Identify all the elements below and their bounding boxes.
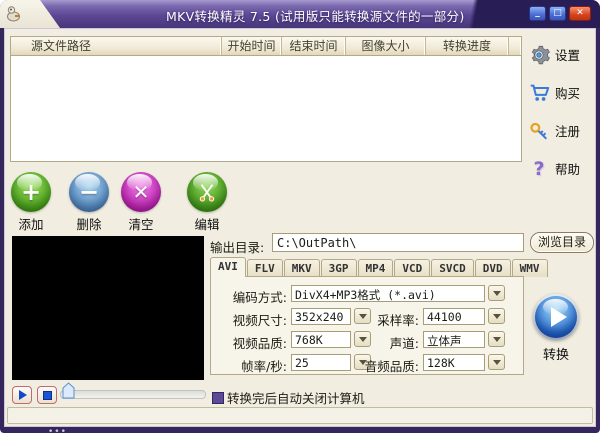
column-image-size[interactable]: 图像大小 — [346, 37, 426, 55]
app-icon — [7, 6, 20, 22]
chevron-down-icon — [492, 313, 501, 319]
clear-label: 清空 — [128, 217, 154, 232]
video-quality-value[interactable]: 768K — [291, 331, 351, 348]
sample-rate-dropdown-button[interactable] — [488, 308, 505, 324]
key-icon — [530, 122, 548, 140]
frame-rate-value[interactable]: 25 — [291, 354, 351, 371]
channels-value[interactable]: 立体声 — [423, 331, 485, 348]
column-spacer — [509, 37, 521, 55]
browse-dir-button[interactable]: 浏览目录 — [530, 232, 594, 253]
stop-icon — [42, 390, 52, 400]
delete-label: 删除 — [76, 217, 102, 232]
client-area: 源文件路径 开始时间 结束时间 图像大小 转换进度 设置 购买 注册 ? 帮助 … — [4, 28, 596, 427]
audio-quality-dropdown-button[interactable] — [488, 354, 505, 370]
frame-rate-label: 帧率/秒: — [241, 359, 287, 374]
encoding-label: 编码方式: — [232, 290, 287, 305]
video-size-value[interactable]: 352x240 — [291, 308, 351, 325]
video-quality-label: 视频品质: — [232, 336, 287, 351]
chevron-down-icon — [492, 336, 501, 342]
channels-label: 声道: — [389, 336, 419, 351]
add-label: 添加 — [18, 217, 44, 232]
chevron-down-icon — [492, 290, 501, 296]
chevron-down-icon — [492, 359, 501, 365]
format-tab-strip: AVI FLV MKV 3GP MP4 VCD SVCD DVD WMV — [210, 257, 549, 277]
convert-label: 转换 — [542, 348, 569, 363]
tab-avi[interactable]: AVI — [210, 257, 246, 277]
seek-slider-track[interactable] — [60, 390, 206, 399]
edit-button[interactable]: 编辑 — [183, 172, 231, 233]
help-label: 帮助 — [555, 162, 581, 177]
window-title: MKV转换精灵 7.5 (试用版只能转换源文件的一部分) — [166, 9, 465, 24]
channels-dropdown-button[interactable] — [488, 331, 505, 347]
column-source-path[interactable]: 源文件路径 — [11, 37, 222, 55]
minimize-button[interactable]: _ — [529, 6, 546, 21]
add-button[interactable]: + 添加 — [7, 172, 55, 233]
register-button[interactable]: 注册 — [528, 118, 594, 143]
delete-icon: − — [69, 172, 109, 212]
tab-wmv[interactable]: WMV — [511, 259, 548, 277]
tab-svcd[interactable]: SVCD — [431, 259, 474, 277]
file-list-body[interactable] — [11, 56, 521, 161]
maximize-button[interactable]: □ — [549, 6, 566, 21]
seek-slider-thumb[interactable] — [62, 382, 75, 399]
sample-rate-value[interactable]: 44100 — [423, 308, 485, 325]
app-window: MKV转换精灵 7.5 (试用版只能转换源文件的一部分) _ □ ✕ 源文件路径… — [0, 0, 600, 433]
column-start-time[interactable]: 开始时间 — [222, 37, 282, 55]
format-settings-panel: 编码方式: DivX4+MP3格式 (*.avi) 视频尺寸: 352x240 … — [210, 276, 524, 375]
stop-button[interactable] — [37, 386, 57, 404]
tab-3gp[interactable]: 3GP — [320, 259, 357, 277]
settings-label: 设置 — [555, 48, 581, 63]
close-button[interactable]: ✕ — [569, 6, 591, 21]
gear-icon — [531, 45, 550, 64]
tab-mkv[interactable]: MKV — [283, 259, 320, 277]
encoding-dropdown-button[interactable] — [488, 285, 505, 301]
output-dir-label: 输出目录: — [210, 240, 265, 255]
convert-button[interactable]: 转换 — [532, 294, 580, 363]
audio-quality-value[interactable]: 128K — [423, 354, 485, 371]
register-label: 注册 — [555, 124, 581, 139]
delete-button[interactable]: − 删除 — [65, 172, 113, 233]
buy-button[interactable]: 购买 — [528, 80, 594, 105]
shutdown-label: 转换完后自动关闭计算机 — [227, 391, 365, 406]
sample-rate-label: 采样率: — [377, 313, 419, 328]
resize-grip[interactable]: ••• — [48, 427, 67, 433]
column-end-time[interactable]: 结束时间 — [282, 37, 346, 55]
clear-icon: ✕ — [121, 172, 161, 212]
column-progress[interactable]: 转换进度 — [426, 37, 509, 55]
output-dir-input[interactable]: C:\OutPath\ — [272, 233, 524, 252]
play-icon — [19, 390, 27, 400]
side-button-column: 设置 购买 注册 ? 帮助 — [528, 42, 594, 181]
title-bar[interactable]: MKV转换精灵 7.5 (试用版只能转换源文件的一部分) _ □ ✕ — [0, 0, 600, 28]
audio-quality-label: 音频品质: — [364, 359, 419, 374]
tab-vcd[interactable]: VCD — [394, 259, 431, 277]
app-icon-tab — [0, 0, 60, 28]
convert-play-icon — [533, 294, 579, 340]
video-size-label: 视频尺寸: — [232, 313, 287, 328]
encoding-value[interactable]: DivX4+MP3格式 (*.avi) — [291, 285, 485, 302]
buy-label: 购买 — [555, 86, 581, 101]
help-button[interactable]: ? 帮助 — [528, 156, 594, 181]
source-file-list[interactable]: 源文件路径 开始时间 结束时间 图像大小 转换进度 — [10, 36, 522, 162]
tab-flv[interactable]: FLV — [246, 259, 283, 277]
shutdown-checkbox[interactable] — [212, 391, 224, 404]
scissors-icon — [187, 172, 227, 212]
tab-dvd[interactable]: DVD — [474, 259, 511, 277]
tab-mp4[interactable]: MP4 — [357, 259, 394, 277]
cart-icon — [530, 84, 550, 101]
settings-button[interactable]: 设置 — [528, 42, 594, 67]
edit-label: 编辑 — [194, 217, 220, 232]
add-icon: + — [11, 172, 51, 212]
file-list-header: 源文件路径 开始时间 结束时间 图像大小 转换进度 — [11, 37, 521, 56]
video-preview — [12, 236, 204, 380]
play-button[interactable] — [12, 386, 32, 404]
shutdown-option: 转换完后自动关闭计算机 — [212, 388, 365, 407]
status-bar — [7, 407, 593, 424]
clear-button[interactable]: ✕ 清空 — [117, 172, 165, 233]
question-icon: ? — [533, 157, 545, 180]
